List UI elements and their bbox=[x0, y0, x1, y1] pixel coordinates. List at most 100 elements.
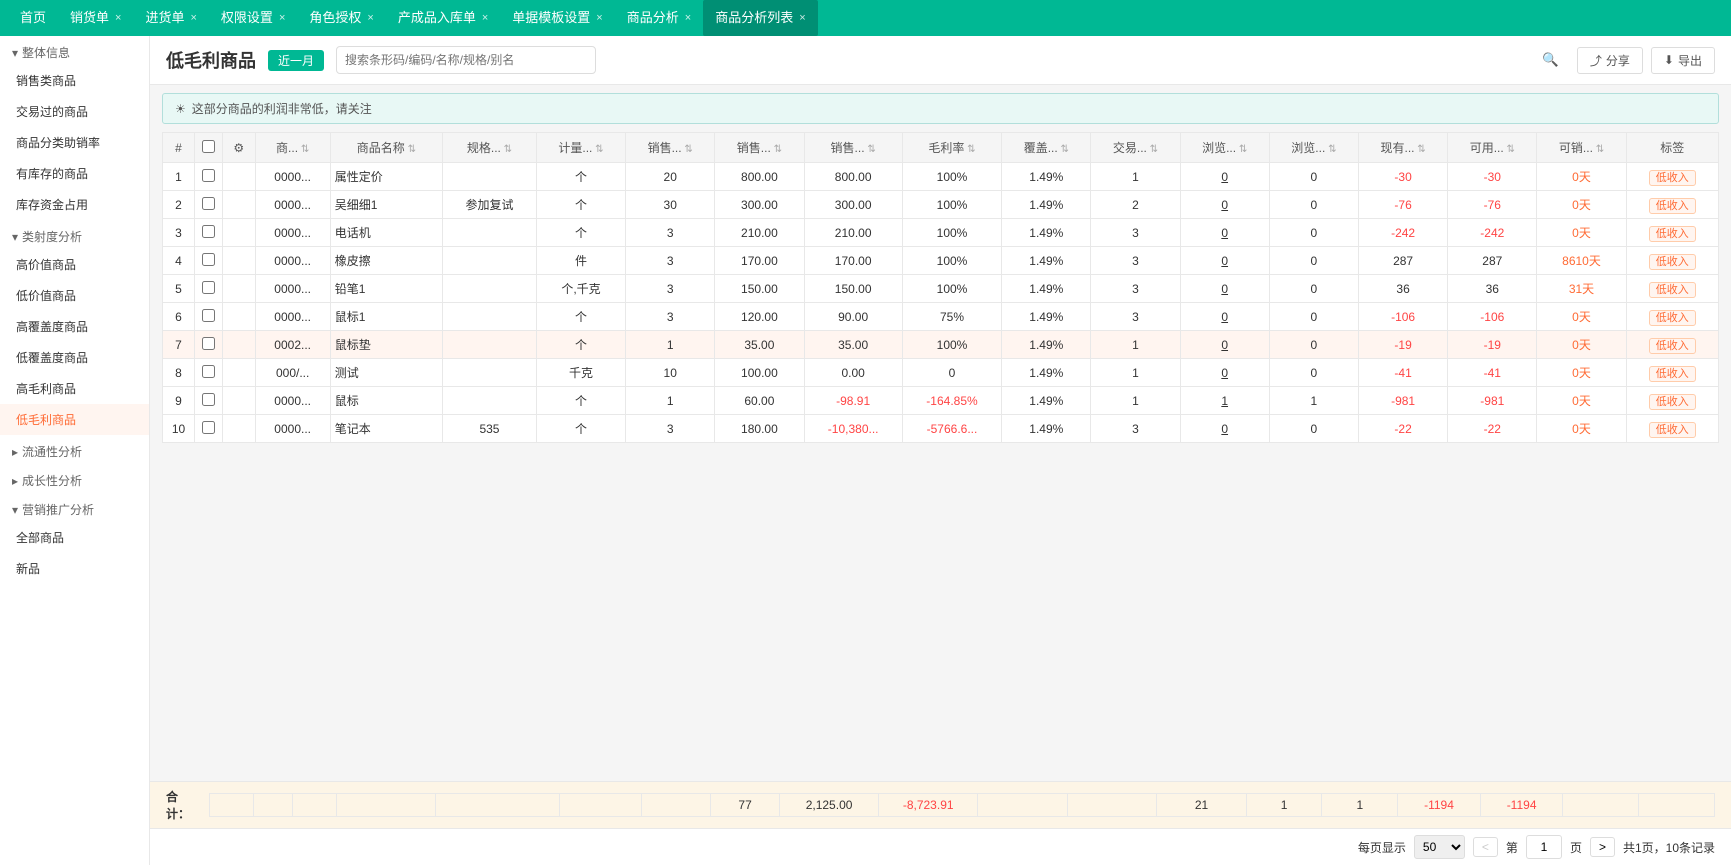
sidebar-group-class[interactable]: ▾ 类射度分析 bbox=[0, 220, 149, 249]
cell-name[interactable]: 铅笔1 bbox=[330, 275, 442, 303]
cell-name[interactable]: 橡皮擦 bbox=[330, 247, 442, 275]
cell-name[interactable]: 电话机 bbox=[330, 219, 442, 247]
cell-check[interactable] bbox=[195, 247, 223, 275]
cell-name[interactable]: 鼠标 bbox=[330, 387, 442, 415]
select-all-checkbox[interactable] bbox=[202, 140, 215, 153]
row-checkbox[interactable] bbox=[202, 225, 215, 238]
row-checkbox[interactable] bbox=[202, 421, 215, 434]
close-icon[interactable]: × bbox=[367, 0, 373, 36]
close-icon[interactable]: × bbox=[685, 0, 691, 36]
sidebar-item-category-rate[interactable]: 商品分类助销率 bbox=[0, 127, 149, 158]
th-gross-rate[interactable]: 毛利率 bbox=[902, 133, 1001, 163]
row-checkbox[interactable] bbox=[202, 169, 215, 182]
nav-template-setting[interactable]: 单据模板设置 × bbox=[500, 0, 614, 36]
cell-check[interactable] bbox=[195, 387, 223, 415]
cell-view1[interactable]: 0 bbox=[1180, 191, 1269, 219]
sidebar-group-marketing[interactable]: ▾ 营销推广分析 bbox=[0, 493, 149, 522]
sidebar-item-low-value[interactable]: 低价值商品 bbox=[0, 280, 149, 311]
row-checkbox[interactable] bbox=[202, 197, 215, 210]
cell-check[interactable] bbox=[195, 275, 223, 303]
row-checkbox[interactable] bbox=[202, 393, 215, 406]
th-available[interactable]: 可用... bbox=[1448, 133, 1537, 163]
sidebar-item-sales-goods[interactable]: 销售类商品 bbox=[0, 65, 149, 96]
th-sales-profit[interactable]: 销售... bbox=[804, 133, 902, 163]
cell-name[interactable]: 鼠标垫 bbox=[330, 331, 442, 359]
th-spec[interactable]: 规格... bbox=[443, 133, 537, 163]
cell-check[interactable] bbox=[195, 415, 223, 443]
th-trade-count[interactable]: 交易... bbox=[1091, 133, 1180, 163]
sidebar-item-low-margin[interactable]: 低毛利商品 bbox=[0, 404, 149, 435]
th-code[interactable]: 商... bbox=[255, 133, 330, 163]
cell-name[interactable]: 吴细细1 bbox=[330, 191, 442, 219]
th-saleable[interactable]: 可销... bbox=[1537, 133, 1626, 163]
sidebar-item-capital[interactable]: 库存资金占用 bbox=[0, 189, 149, 220]
th-name[interactable]: 商品名称 bbox=[330, 133, 442, 163]
cell-check[interactable] bbox=[195, 191, 223, 219]
search-input[interactable] bbox=[336, 46, 596, 74]
nav-goods-analysis[interactable]: 商品分析 × bbox=[615, 0, 703, 36]
cell-view1[interactable]: 0 bbox=[1180, 163, 1269, 191]
th-check[interactable] bbox=[195, 133, 223, 163]
nav-sales-order[interactable]: 销货单 × bbox=[58, 0, 133, 36]
cell-view1[interactable]: 0 bbox=[1180, 359, 1269, 387]
cell-view1[interactable]: 0 bbox=[1180, 303, 1269, 331]
cell-view1[interactable]: 0 bbox=[1180, 275, 1269, 303]
nav-home[interactable]: 首页 bbox=[8, 0, 58, 36]
cell-view1[interactable]: 0 bbox=[1180, 219, 1269, 247]
cell-name[interactable]: 笔记本 bbox=[330, 415, 442, 443]
close-icon[interactable]: × bbox=[482, 0, 488, 36]
sidebar-item-traded-goods[interactable]: 交易过的商品 bbox=[0, 96, 149, 127]
close-icon[interactable]: × bbox=[115, 0, 121, 36]
th-sales-qty[interactable]: 销售... bbox=[626, 133, 715, 163]
nav-role-auth[interactable]: 角色授权 × bbox=[297, 0, 385, 36]
sidebar-group-flow[interactable]: ▸ 流通性分析 bbox=[0, 435, 149, 464]
prev-page-button[interactable]: < bbox=[1473, 837, 1498, 857]
close-icon[interactable]: × bbox=[799, 0, 805, 36]
sidebar-group-growth[interactable]: ▸ 成长性分析 bbox=[0, 464, 149, 493]
th-coverage[interactable]: 覆盖... bbox=[1002, 133, 1091, 163]
row-checkbox[interactable] bbox=[202, 281, 215, 294]
cell-name[interactable]: 鼠标1 bbox=[330, 303, 442, 331]
cell-check[interactable] bbox=[195, 303, 223, 331]
search-icon[interactable]: 🔍 bbox=[1542, 52, 1559, 68]
cell-check[interactable] bbox=[195, 359, 223, 387]
cell-view1[interactable]: 0 bbox=[1180, 415, 1269, 443]
share-button[interactable]: ⤴ 分享 bbox=[1577, 47, 1643, 74]
next-page-button[interactable]: > bbox=[1590, 837, 1615, 857]
close-icon[interactable]: × bbox=[279, 0, 285, 36]
current-page-input[interactable] bbox=[1526, 835, 1562, 859]
row-checkbox[interactable] bbox=[202, 337, 215, 350]
row-checkbox[interactable] bbox=[202, 309, 215, 322]
sidebar-item-low-coverage[interactable]: 低覆盖度商品 bbox=[0, 342, 149, 373]
sidebar-item-high-value[interactable]: 高价值商品 bbox=[0, 249, 149, 280]
time-tag-button[interactable]: 近一月 bbox=[268, 50, 324, 71]
cell-view1[interactable]: 0 bbox=[1180, 331, 1269, 359]
sidebar-item-high-coverage[interactable]: 高覆盖度商品 bbox=[0, 311, 149, 342]
close-icon[interactable]: × bbox=[596, 0, 602, 36]
sidebar-item-new-goods[interactable]: 新品 bbox=[0, 553, 149, 584]
row-checkbox[interactable] bbox=[202, 253, 215, 266]
row-checkbox[interactable] bbox=[202, 365, 215, 378]
th-current-stock[interactable]: 现有... bbox=[1359, 133, 1448, 163]
cell-name[interactable]: 属性定价 bbox=[330, 163, 442, 191]
th-view2[interactable]: 浏览... bbox=[1269, 133, 1358, 163]
th-sales-price[interactable]: 销售... bbox=[715, 133, 804, 163]
th-unit[interactable]: 计量... bbox=[536, 133, 625, 163]
export-button[interactable]: ⬇ 导出 bbox=[1651, 47, 1715, 74]
cell-name[interactable]: 测试 bbox=[330, 359, 442, 387]
th-setting[interactable]: ⚙ bbox=[223, 133, 256, 163]
sidebar-item-all-goods[interactable]: 全部商品 bbox=[0, 522, 149, 553]
nav-purchase-order[interactable]: 进货单 × bbox=[133, 0, 208, 36]
nav-goods-analysis-list[interactable]: 商品分析列表 × bbox=[703, 0, 817, 36]
nav-product-receipt[interactable]: 产成品入库单 × bbox=[386, 0, 500, 36]
sidebar-item-high-margin[interactable]: 高毛利商品 bbox=[0, 373, 149, 404]
nav-permission[interactable]: 权限设置 × bbox=[209, 0, 297, 36]
close-icon[interactable]: × bbox=[190, 0, 196, 36]
cell-view1[interactable]: 0 bbox=[1180, 247, 1269, 275]
sidebar-item-instock-goods[interactable]: 有库存的商品 bbox=[0, 158, 149, 189]
th-view1[interactable]: 浏览... bbox=[1180, 133, 1269, 163]
per-page-select[interactable]: 50 100 200 bbox=[1414, 835, 1465, 859]
cell-check[interactable] bbox=[195, 219, 223, 247]
cell-view1[interactable]: 1 bbox=[1180, 387, 1269, 415]
sidebar-group-overall[interactable]: ▾ 整体信息 bbox=[0, 36, 149, 65]
